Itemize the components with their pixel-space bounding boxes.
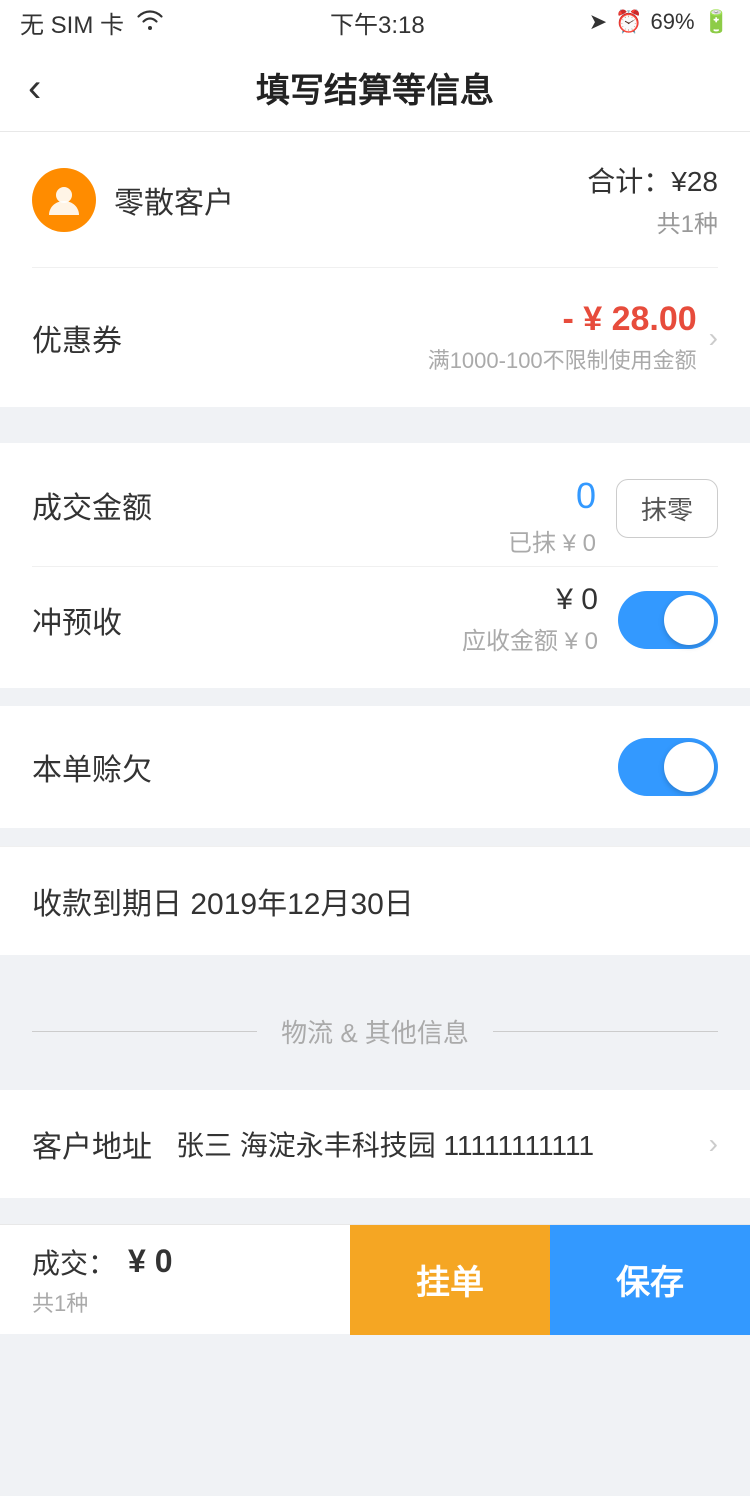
chevron-right-icon: › — [709, 322, 718, 354]
customer-name: 零散客户 — [114, 178, 234, 222]
credit-toggle-knob — [664, 742, 714, 792]
amount-value-block: 0 已抹 ¥ 0 — [508, 475, 596, 558]
bottom-count: 共1种 — [32, 1286, 318, 1318]
coupon-right: - ¥ 28.00 满1000-100不限制使用金额 › — [428, 300, 718, 375]
amount-right: 0 已抹 ¥ 0 抹零 — [508, 475, 718, 558]
prepay-value-block: ¥ 0 应收金额 ¥ 0 — [462, 583, 598, 656]
save-button[interactable]: 保存 — [550, 1225, 750, 1335]
credit-section: 本单赊欠 — [0, 706, 750, 828]
bottom-summary: 成交： ¥ 0 共1种 — [0, 1242, 350, 1318]
logistics-divider: 物流 & 其他信息 — [0, 991, 750, 1072]
status-right: ➤ ⏰ 69% 🔋 — [589, 9, 730, 35]
battery-text: 69% — [651, 9, 695, 35]
coupon-desc: 满1000-100不限制使用金额 — [428, 343, 697, 375]
round-button[interactable]: 抹零 — [616, 479, 718, 538]
bottom-deal-row: 成交： ¥ 0 — [32, 1242, 318, 1282]
alarm-icon: ⏰ — [615, 9, 642, 35]
coupon-value-block: - ¥ 28.00 满1000-100不限制使用金额 — [428, 300, 697, 375]
amount-row: 成交金额 0 已抹 ¥ 0 抹零 — [0, 443, 750, 566]
customer-right: 合计：¥28 共1种 — [587, 160, 718, 239]
due-date-text: 收款到期日 2019年12月30日 — [32, 888, 414, 921]
time-text: 下午3:18 — [330, 5, 425, 40]
prepay-toggle[interactable] — [618, 591, 718, 649]
address-value: 张三 海淀永丰科技园 11111111111 — [176, 1124, 709, 1164]
coupon-label: 优惠券 — [32, 316, 122, 360]
total-count: 共1种 — [587, 204, 718, 239]
customer-row: 零散客户 合计：¥28 共1种 — [0, 132, 750, 267]
toggle-knob — [664, 595, 714, 645]
credit-toggle[interactable] — [618, 738, 718, 796]
amount-value[interactable]: 0 — [508, 475, 596, 517]
amount-label: 成交金额 — [32, 475, 152, 527]
wifi-icon — [134, 8, 166, 37]
prepay-row: 冲预收 ¥ 0 应收金额 ¥ 0 — [0, 567, 750, 688]
address-label: 客户地址 — [32, 1122, 152, 1166]
hang-button[interactable]: 挂单 — [350, 1225, 550, 1335]
customer-left: 零散客户 — [32, 168, 234, 232]
address-chevron-icon: › — [709, 1128, 718, 1160]
coupon-row[interactable]: 优惠券 - ¥ 28.00 满1000-100不限制使用金额 › — [0, 268, 750, 407]
section-divider-1 — [0, 425, 750, 443]
status-bar: 无 SIM 卡 下午3:18 ➤ ⏰ 69% 🔋 — [0, 0, 750, 44]
section-divider-3 — [0, 973, 750, 991]
nav-bar: ‹ 填写结算等信息 — [0, 44, 750, 132]
bottom-deal-label: 成交： — [32, 1242, 116, 1282]
customer-section: 零散客户 合计：¥28 共1种 优惠券 - ¥ 28.00 满1000-100不… — [0, 132, 750, 407]
prepay-label: 冲预收 — [32, 598, 122, 642]
section-divider-2 — [0, 688, 750, 706]
credit-label: 本单赊欠 — [32, 745, 152, 789]
carrier-text: 无 SIM 卡 — [20, 5, 124, 40]
battery-icon: 🔋 — [703, 9, 730, 35]
avatar — [32, 168, 96, 232]
prepay-amount: ¥ 0 — [462, 583, 598, 617]
transaction-section: 成交金额 0 已抹 ¥ 0 抹零 冲预收 ¥ 0 应收金额 ¥ 0 — [0, 443, 750, 688]
bottom-bar: 成交： ¥ 0 共1种 挂单 保存 — [0, 1224, 750, 1334]
bottom-deal-amount: ¥ 0 — [128, 1243, 172, 1280]
total-amount: 合计：¥28 — [587, 160, 718, 200]
logistics-line-right — [493, 1031, 718, 1032]
back-button[interactable]: ‹ — [28, 68, 41, 108]
logistics-line-left — [32, 1031, 257, 1032]
amount-sub: 已抹 ¥ 0 — [508, 523, 596, 558]
status-left: 无 SIM 卡 — [20, 5, 166, 40]
logistics-text: 物流 & 其他信息 — [281, 1013, 469, 1050]
page-title: 填写结算等信息 — [256, 63, 494, 112]
coupon-amount: - ¥ 28.00 — [428, 300, 697, 339]
address-row[interactable]: 客户地址 张三 海淀永丰科技园 11111111111 › — [0, 1090, 750, 1198]
location-icon: ➤ — [589, 9, 607, 35]
prepay-sub: 应收金额 ¥ 0 — [462, 621, 598, 656]
prepay-right: ¥ 0 应收金额 ¥ 0 — [462, 583, 718, 656]
due-date-row: 收款到期日 2019年12月30日 — [0, 846, 750, 955]
